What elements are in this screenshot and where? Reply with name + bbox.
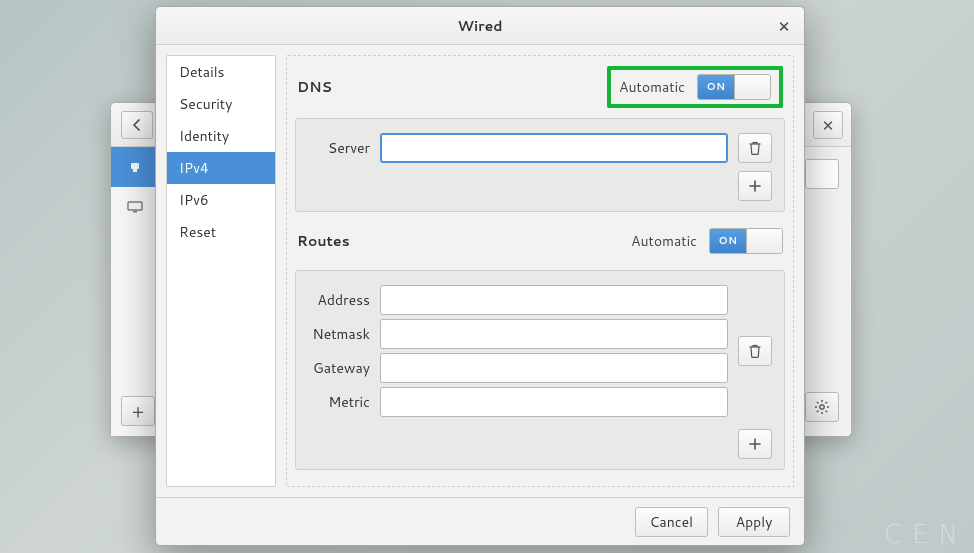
sidebar-item-ipv4[interactable]: IPv4 — [167, 152, 275, 184]
background-sidebar-item-other[interactable] — [111, 187, 158, 227]
route-address-label: Address — [308, 290, 370, 310]
dns-automatic-highlight: Automatic ON — [607, 66, 783, 108]
route-netmask-row: Netmask — [308, 319, 728, 349]
button-label: Apply — [736, 512, 773, 532]
ipv4-content: DNS Automatic ON Server — [286, 55, 794, 487]
sidebar-item-label: Identity — [179, 126, 229, 146]
routes-add-row — [308, 429, 772, 459]
dialog-sidebar: Details Security Identity IPv4 IPv6 Rese… — [166, 55, 276, 487]
toggle-on-label: ON — [698, 75, 734, 99]
network-wired-icon — [126, 160, 144, 174]
routes-add-button[interactable] — [738, 429, 772, 459]
dns-automatic-label: Automatic — [619, 77, 685, 97]
cancel-button[interactable]: Cancel — [635, 507, 709, 537]
dns-section-header: DNS Automatic ON — [295, 60, 785, 118]
background-add-button[interactable]: + — [121, 396, 155, 426]
sidebar-item-label: IPv4 — [179, 158, 209, 178]
back-button[interactable] — [121, 111, 153, 139]
background-sidebar — [111, 147, 159, 436]
route-gateway-label: Gateway — [308, 358, 370, 378]
close-icon: ✕ — [822, 115, 835, 136]
dns-heading: DNS — [297, 77, 332, 97]
background-sidebar-item-wired[interactable] — [111, 147, 158, 187]
sidebar-item-label: Security — [179, 94, 232, 114]
dialog-title: Wired — [458, 16, 503, 36]
trash-icon — [748, 140, 762, 156]
routes-automatic-toggle[interactable]: ON — [709, 228, 783, 254]
dns-server-label: Server — [308, 138, 370, 158]
dns-servers-panel: Server — [295, 118, 785, 212]
chevron-left-icon — [132, 119, 142, 131]
route-netmask-input[interactable] — [380, 319, 728, 349]
route-metric-label: Metric — [308, 392, 370, 412]
toggle-handle — [746, 229, 782, 253]
routes-section-header: Routes Automatic ON — [295, 212, 785, 264]
background-panel-box — [805, 159, 839, 189]
dialog-footer: Cancel Apply — [156, 497, 804, 545]
sidebar-item-label: IPv6 — [179, 190, 209, 210]
toggle-on-label: ON — [710, 229, 746, 253]
dialog-body: Details Security Identity IPv4 IPv6 Rese… — [156, 45, 804, 497]
plus-icon — [749, 180, 761, 192]
sidebar-item-label: Reset — [179, 222, 216, 242]
route-netmask-label: Netmask — [308, 324, 370, 344]
background-close-button[interactable]: ✕ — [813, 111, 843, 139]
sidebar-item-ipv6[interactable]: IPv6 — [167, 184, 275, 216]
watermark-text: CEN — [884, 520, 968, 550]
routes-heading: Routes — [297, 231, 350, 251]
dns-add-row — [308, 171, 772, 201]
wired-settings-dialog: Wired ✕ Details Security Identity IPv4 I… — [155, 6, 805, 546]
route-metric-input[interactable] — [380, 387, 728, 417]
routes-panel: Address Netmask Gateway Metric — [295, 270, 785, 470]
plus-icon: + — [132, 398, 144, 424]
sidebar-item-identity[interactable]: Identity — [167, 120, 275, 152]
route-gateway-row: Gateway — [308, 353, 728, 383]
sidebar-item-reset[interactable]: Reset — [167, 216, 275, 248]
route-address-row: Address — [308, 285, 728, 315]
sidebar-item-details[interactable]: Details — [167, 56, 275, 88]
dialog-titlebar: Wired ✕ — [156, 7, 804, 45]
route-gateway-input[interactable] — [380, 353, 728, 383]
route-metric-row: Metric — [308, 387, 728, 417]
dialog-close-button[interactable]: ✕ — [774, 16, 794, 36]
sidebar-item-label: Details — [179, 62, 225, 82]
dns-server-row: Server — [308, 133, 772, 163]
routes-entry-group: Address Netmask Gateway Metric — [308, 281, 772, 421]
dns-add-button[interactable] — [738, 171, 772, 201]
button-label: Cancel — [650, 512, 694, 532]
monitor-icon — [126, 200, 144, 214]
toggle-handle — [734, 75, 770, 99]
close-icon: ✕ — [778, 16, 791, 37]
trash-icon — [748, 343, 762, 359]
background-gear-button[interactable] — [805, 392, 839, 422]
dns-server-delete-button[interactable] — [738, 133, 772, 163]
plus-icon — [749, 438, 761, 450]
routes-automatic-label: Automatic — [631, 231, 697, 251]
apply-button[interactable]: Apply — [718, 507, 790, 537]
gear-icon — [814, 399, 830, 415]
route-delete-button[interactable] — [738, 336, 772, 366]
dns-server-input[interactable] — [380, 133, 728, 163]
sidebar-item-security[interactable]: Security — [167, 88, 275, 120]
route-address-input[interactable] — [380, 285, 728, 315]
dns-automatic-toggle[interactable]: ON — [697, 74, 771, 100]
